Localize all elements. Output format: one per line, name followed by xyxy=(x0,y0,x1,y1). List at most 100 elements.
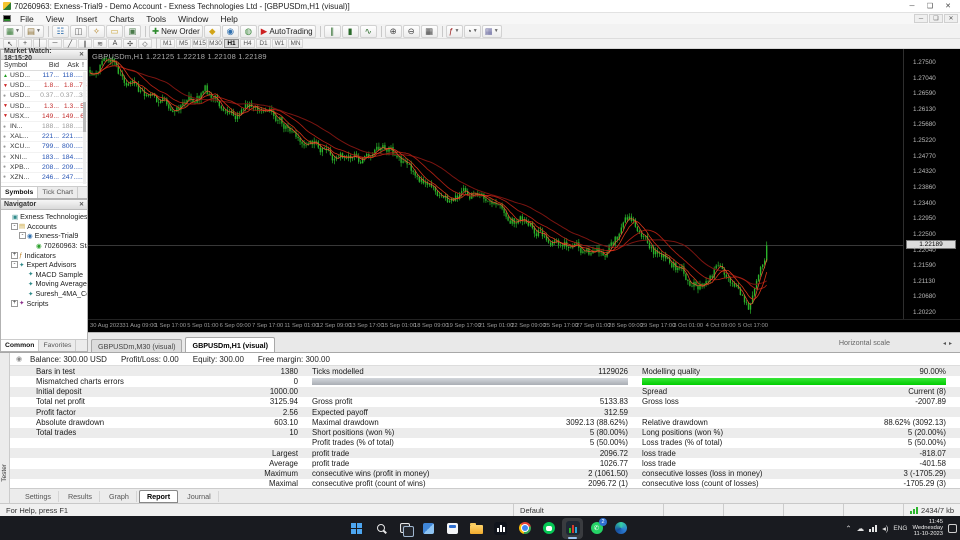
volume-icon[interactable]: ◂) xyxy=(882,524,888,533)
new-order-button[interactable]: ✚ New Order xyxy=(148,24,203,38)
navigator-tab-favorites[interactable]: Favorites xyxy=(39,340,77,351)
column-header-![interactable]: ! xyxy=(79,62,87,69)
chart-plot[interactable]: GBPUSDm,H1 1.22125 1.22218 1.22108 1.221… xyxy=(88,49,903,319)
navigator-item-exness-trial9[interactable]: - ◉ Exness-Trial9 xyxy=(1,231,87,241)
column-header-bid[interactable]: Bid xyxy=(34,62,59,69)
collapse-icon[interactable]: - xyxy=(11,222,18,230)
market-watch-row[interactable]: ●USD...0.37...0.37...32 xyxy=(1,91,87,102)
navigator-item-suresh-4ma-consv[interactable]: ✦Suresh_4MA_Consv xyxy=(1,289,87,299)
language-indicator[interactable]: ENG xyxy=(893,525,907,532)
widgets-icon[interactable] xyxy=(418,518,439,539)
tradingview-icon[interactable] xyxy=(490,518,511,539)
file-explorer-icon[interactable] xyxy=(466,518,487,539)
close-button[interactable]: ✕ xyxy=(939,1,957,12)
text-tool-button[interactable]: A xyxy=(108,39,122,48)
tester-tab-journal[interactable]: Journal xyxy=(180,490,219,502)
chart-window-icon[interactable] xyxy=(3,15,11,22)
autotrading-button[interactable]: ▶ AutoTrading xyxy=(257,24,316,38)
menu-item-window[interactable]: Window xyxy=(172,14,214,24)
child-restore-button[interactable]: ❑ xyxy=(929,14,943,23)
close-icon[interactable]: ✕ xyxy=(79,51,84,58)
notification-center-icon[interactable] xyxy=(948,523,957,533)
navigator-item-scripts[interactable]: + ✦ Scripts xyxy=(1,298,87,308)
task-view-icon[interactable] xyxy=(394,518,415,539)
arrows-tool-button[interactable]: ✣ xyxy=(123,39,137,48)
line-mode-button[interactable]: ∿ xyxy=(359,24,377,38)
new-chart-button[interactable]: ▦ ▼ xyxy=(3,24,23,38)
menu-item-help[interactable]: Help xyxy=(214,14,243,24)
market-watch-row[interactable]: ● XZN... 246... 247...... xyxy=(1,173,87,184)
status-profile[interactable]: Default xyxy=(514,504,665,516)
search-icon[interactable] xyxy=(370,518,391,539)
market-watch-row[interactable]: ● XAL... 221... 221...... xyxy=(1,132,87,143)
market-watch-row[interactable]: ▼USD...1.8...1.8...78 xyxy=(1,81,87,92)
store-icon[interactable] xyxy=(442,518,463,539)
tester-side-strip[interactable]: Tester xyxy=(0,353,10,504)
taskbar-clock[interactable]: 11:45 Wednesday 11-10-2023 xyxy=(912,519,943,538)
market-watch-tab-tick-chart[interactable]: Tick Chart xyxy=(38,187,79,198)
network-icon[interactable] xyxy=(869,524,878,532)
timeframe-d1-button[interactable]: D1 xyxy=(256,39,271,48)
zoom-out-button[interactable]: ⊖ xyxy=(402,24,420,38)
market-watch-row[interactable]: ● IN... 188... 188...... xyxy=(1,122,87,133)
child-close-button[interactable]: ✕ xyxy=(944,14,958,23)
market-watch-row[interactable]: ● XNI... 183... 184...... xyxy=(1,153,87,163)
close-icon[interactable]: ✕ xyxy=(79,201,84,208)
menu-item-view[interactable]: View xyxy=(40,14,70,24)
market-watch-row[interactable]: ● XCU... 799... 800...... xyxy=(1,142,87,153)
terminal-button[interactable]: ▭ xyxy=(105,24,123,38)
tester-tab-results[interactable]: Results xyxy=(61,490,100,502)
market-watch-button[interactable]: ☷ xyxy=(51,24,69,38)
experts-button[interactable]: ◉ xyxy=(221,24,239,38)
shapes-tool-button[interactable]: ◇ xyxy=(138,39,152,48)
timeframe-h4-button[interactable]: H4 xyxy=(240,39,255,48)
timeframe-mn-button[interactable]: MN xyxy=(288,39,303,48)
child-minimize-button[interactable]: ─ xyxy=(914,14,928,23)
line-app-icon[interactable] xyxy=(538,518,559,539)
chart-tab-gbpusdm-h1-visual-[interactable]: GBPUSDm,H1 (visual) xyxy=(185,337,275,352)
expand-icon[interactable]: + xyxy=(11,299,18,307)
expand-icon[interactable]: + xyxy=(11,251,18,259)
chart-tab-gbpusdm-m30-visual-[interactable]: GBPUSDm,M30 (visual) xyxy=(91,339,183,352)
fibonacci-tool-button[interactable]: ≋ xyxy=(93,39,107,48)
channel-tool-button[interactable]: ∥ xyxy=(78,39,92,48)
market-watch-row[interactable]: ▼USX...149...149...6 xyxy=(1,112,87,122)
candle-mode-button[interactable]: ▮ xyxy=(341,24,359,38)
market-watch-scrollbar[interactable] xyxy=(83,72,86,184)
navigator-item-moving-average[interactable]: ✦ Moving Average xyxy=(1,279,87,289)
menu-item-tools[interactable]: Tools xyxy=(140,14,172,24)
maximize-button[interactable]: ❑ xyxy=(921,1,939,12)
menu-item-charts[interactable]: Charts xyxy=(103,14,140,24)
timeframe-m5-button[interactable]: M5 xyxy=(176,39,191,48)
tile-windows-button[interactable]: ▦ xyxy=(420,24,438,38)
column-header-ask[interactable]: Ask xyxy=(59,62,79,69)
menu-item-file[interactable]: File xyxy=(14,14,40,24)
time-axis[interactable]: 30 Aug 2023 31 Aug 09:00 1 Sep 17:00 5 Sep … xyxy=(88,319,960,332)
templates-button[interactable]: ▦ ▼ xyxy=(481,24,502,38)
minimize-button[interactable]: ─ xyxy=(903,1,921,12)
timeframe-m15-button[interactable]: M15 xyxy=(192,39,207,48)
tab-scroll-arrows-icon[interactable]: ◂▸ xyxy=(943,340,955,347)
navigator-item-macd-sample[interactable]: ✦ MACD Sample xyxy=(1,270,87,280)
market-watch-row[interactable]: ▼USD...1.3...1.3...5 xyxy=(1,102,87,112)
column-header-symbol[interactable]: Symbol xyxy=(1,62,34,69)
collapse-icon[interactable]: - xyxy=(11,261,18,269)
indicators-button[interactable]: ƒ ▼ xyxy=(445,24,463,38)
menu-item-insert[interactable]: Insert xyxy=(70,14,103,24)
edge-icon[interactable] xyxy=(610,518,631,539)
market-button[interactable]: ◍ xyxy=(239,24,257,38)
tray-chevron-icon[interactable]: ⌃ xyxy=(845,524,851,533)
navigator-button[interactable]: ✧ xyxy=(87,24,105,38)
data-window-button[interactable]: ◫ xyxy=(69,24,87,38)
chrome-icon[interactable] xyxy=(514,518,535,539)
navigator-item-70260963-standa[interactable]: ◉70260963: Standa xyxy=(1,241,87,251)
profiles-button[interactable]: ▤ ▼ xyxy=(23,24,44,38)
market-watch-row[interactable]: ● XPB... 208... 209...... xyxy=(1,163,87,173)
tester-tab-settings[interactable]: Settings xyxy=(18,490,59,502)
tester-tab-graph[interactable]: Graph xyxy=(102,490,137,502)
tester-tab-report[interactable]: Report xyxy=(138,489,179,503)
market-watch-row[interactable]: ▲ USD... 117... 118...... xyxy=(1,71,87,82)
strategy-tester-button[interactable]: ▣ xyxy=(123,24,141,38)
market-watch-tab-symbols[interactable]: Symbols xyxy=(1,187,39,198)
navigator-item-exness-technologies-mt4[interactable]: ▣Exness Technologies MT4 xyxy=(1,212,87,222)
